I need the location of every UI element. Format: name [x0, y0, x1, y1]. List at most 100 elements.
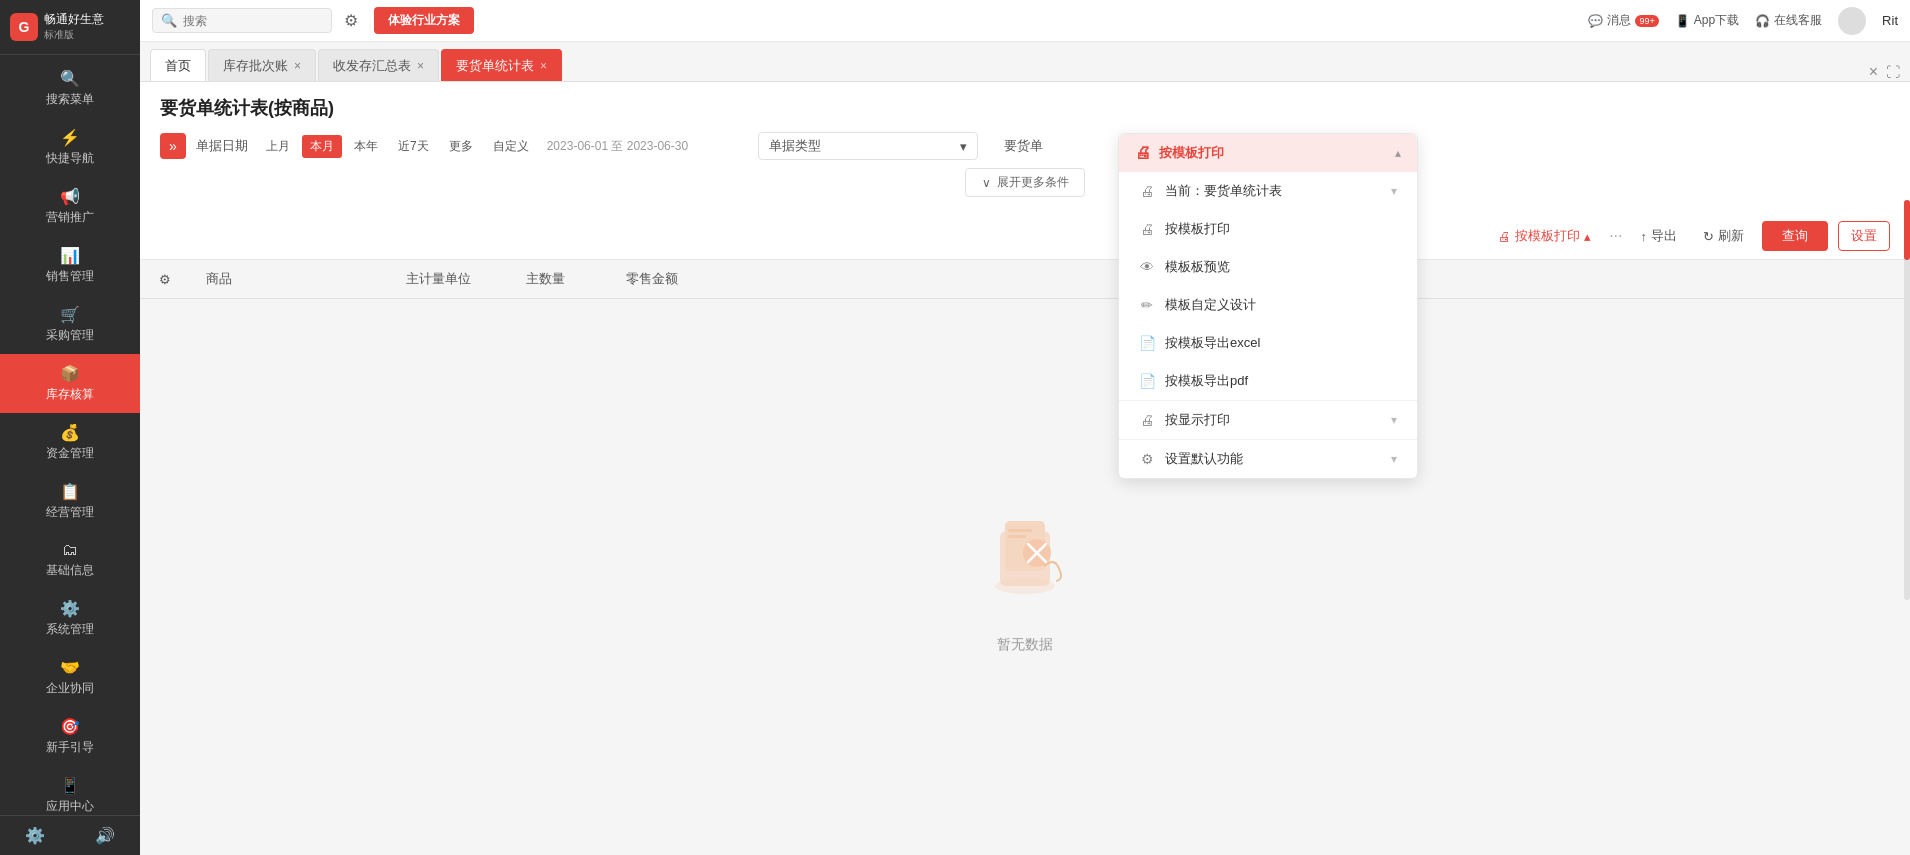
- date-tab-custom[interactable]: 自定义: [485, 135, 537, 158]
- export-button[interactable]: ↑ 导出: [1633, 223, 1686, 249]
- dropdown-item-template-preview[interactable]: 👁 模板板预览: [1119, 248, 1417, 286]
- display-print-arrow-icon: ▾: [1391, 413, 1397, 427]
- sidebar-item-cooperation[interactable]: 🤝 企业协同: [0, 648, 140, 707]
- sidebar-item-finance-label: 资金管理: [46, 445, 94, 462]
- tab-order-stats-close[interactable]: ×: [540, 59, 547, 73]
- sidebar-item-purchase[interactable]: 🛒 采购管理: [0, 295, 140, 354]
- dropdown-item-export-pdf[interactable]: 📄 按模板导出pdf: [1119, 362, 1417, 400]
- dropdown-header[interactable]: 🖨 按模板打印 ▴: [1119, 134, 1417, 172]
- date-filter-label: 单据日期: [196, 137, 248, 155]
- finance-nav-icon: 💰: [60, 423, 80, 442]
- template-design-item-icon: ✏: [1139, 297, 1155, 313]
- online-service-icon: 🎧: [1755, 14, 1770, 28]
- search-nav-icon: 🔍: [60, 69, 80, 88]
- app-download-button[interactable]: 📱 App下载: [1675, 12, 1739, 29]
- sidebar-item-app-center[interactable]: 📱 应用中心: [0, 766, 140, 815]
- template-print-chevron-up-icon: ▴: [1584, 229, 1591, 244]
- date-tab-current-year[interactable]: 本年: [346, 135, 386, 158]
- template-print-button[interactable]: 🖨 按模板打印 ▴: [1490, 223, 1599, 249]
- online-service-button[interactable]: 🎧 在线客服: [1755, 12, 1822, 29]
- sidebar-item-purchase-label: 采购管理: [46, 327, 94, 344]
- th-quantity: 主数量: [510, 270, 610, 288]
- tab-collect-summary-close[interactable]: ×: [417, 59, 424, 73]
- date-tab-last7[interactable]: 近7天: [390, 135, 437, 158]
- sidebar-item-base-label: 基础信息: [46, 562, 94, 579]
- dropdown-item-export-excel[interactable]: 📄 按模板导出excel: [1119, 324, 1417, 362]
- export-label: 导出: [1651, 227, 1677, 245]
- filter-expand-icon: »: [169, 138, 177, 154]
- topbar-search-box[interactable]: 🔍: [152, 8, 332, 33]
- dropdown-item-template-design[interactable]: ✏ 模板自定义设计: [1119, 286, 1417, 324]
- query-button[interactable]: 查询: [1762, 221, 1828, 251]
- sidebar-item-search-label: 搜索菜单: [46, 91, 94, 108]
- sidebar-item-operations[interactable]: 📋 经营管理: [0, 472, 140, 531]
- app-download-icon: 📱: [1675, 14, 1690, 28]
- date-tab-more[interactable]: 更多: [441, 135, 481, 158]
- topbar: 🔍 ⚙ 体验行业方案 💬 消息 99+ 📱 App下载 🎧 在线客服 Rit: [140, 0, 1910, 42]
- refresh-button[interactable]: ↻ 刷新: [1695, 223, 1752, 249]
- svg-rect-6: [1008, 529, 1032, 532]
- sidebar-item-inventory[interactable]: 📦 库存核算: [0, 354, 140, 413]
- sidebar-item-finance[interactable]: 💰 资金管理: [0, 413, 140, 472]
- set-default-label: 设置默认功能: [1165, 450, 1243, 468]
- settings-button[interactable]: 设置: [1838, 221, 1890, 251]
- marketing-nav-icon: 📢: [60, 187, 80, 206]
- th-settings[interactable]: ⚙: [140, 272, 190, 287]
- sidebar-item-cooperation-label: 企业协同: [46, 680, 94, 697]
- topbar-promo-button[interactable]: 体验行业方案: [374, 7, 474, 34]
- tab-home-label: 首页: [165, 57, 191, 75]
- sidebar-item-search[interactable]: 🔍 搜索菜单: [0, 59, 140, 118]
- tab-order-stats[interactable]: 要货单统计表 ×: [441, 49, 562, 81]
- more-actions-icon[interactable]: ···: [1609, 227, 1622, 245]
- user-avatar[interactable]: [1838, 7, 1866, 35]
- sidebar-item-shortcut-label: 快捷导航: [46, 150, 94, 167]
- notification-label: 消息: [1607, 12, 1631, 29]
- date-tab-current-month[interactable]: 本月: [302, 135, 342, 158]
- tab-home[interactable]: 首页: [150, 49, 206, 81]
- export-excel-item-label: 按模板导出excel: [1165, 334, 1260, 352]
- date-tab-prev-month[interactable]: 上月: [258, 135, 298, 158]
- sidebar-item-sales[interactable]: 📊 销售管理: [0, 236, 140, 295]
- sidebar-item-sales-label: 销售管理: [46, 268, 94, 285]
- dropdown-item-template-print[interactable]: 🖨 按模板打印: [1119, 210, 1417, 248]
- template-preview-item-label: 模板板预览: [1165, 258, 1230, 276]
- tab-collect-summary[interactable]: 收发存汇总表 ×: [318, 49, 439, 81]
- dropdown-header-left: 🖨 按模板打印: [1135, 144, 1224, 162]
- topbar-settings-icon[interactable]: ⚙: [344, 11, 358, 30]
- sidebar-item-shortcut[interactable]: ⚡ 快捷导航: [0, 118, 140, 177]
- sidebar-item-system-label: 系统管理: [46, 621, 94, 638]
- tab-batch-account[interactable]: 库存批次账 ×: [208, 49, 316, 81]
- sidebar-item-guide-label: 新手引导: [46, 739, 94, 756]
- tab-close-all-icon[interactable]: ×: [1869, 63, 1878, 81]
- template-print-item-icon: 🖨: [1139, 221, 1155, 237]
- filter-expand-button[interactable]: »: [160, 133, 186, 159]
- date-tab-group: 上月 本月 本年 近7天 更多 自定义 2023-06-01 至 2023-06…: [258, 135, 688, 158]
- sidebar-item-system[interactable]: ⚙️ 系统管理: [0, 589, 140, 648]
- sidebar-item-base[interactable]: 🗂 基础信息: [0, 531, 140, 589]
- right-scrollbar[interactable]: [1904, 200, 1910, 600]
- bottom-settings-icon[interactable]: ⚙️: [25, 826, 45, 845]
- sidebar-item-marketing-label: 营销推广: [46, 209, 94, 226]
- display-print-label: 按显示打印: [1165, 411, 1230, 429]
- set-default-item[interactable]: ⚙ 设置默认功能 ▾: [1119, 440, 1417, 478]
- sidebar-item-guide[interactable]: 🎯 新手引导: [0, 707, 140, 766]
- template-print-item-label: 按模板打印: [1165, 220, 1230, 238]
- export-pdf-item-label: 按模板导出pdf: [1165, 372, 1248, 390]
- tab-batch-account-close[interactable]: ×: [294, 59, 301, 73]
- template-preview-item-icon: 👁: [1139, 259, 1155, 275]
- bottom-volume-icon[interactable]: 🔊: [95, 826, 115, 845]
- app-version: 标准版: [44, 28, 104, 42]
- th-product: 商品: [190, 270, 390, 288]
- tab-maximize-icon[interactable]: ⛶: [1886, 64, 1900, 80]
- display-print-item[interactable]: 🖨 按显示打印 ▾: [1119, 401, 1417, 439]
- sidebar-nav: 🔍 搜索菜单 ⚡ 快捷导航 📢 营销推广 📊 销售管理 🛒 采购管理 📦 库存核…: [0, 55, 140, 815]
- sidebar-item-marketing[interactable]: 📢 营销推广: [0, 177, 140, 236]
- display-print-icon: 🖨: [1139, 412, 1155, 428]
- current-template-label: 当前：要货单统计表: [1165, 182, 1282, 200]
- expand-more-button[interactable]: ∨ 展开更多条件: [965, 168, 1085, 197]
- right-scrollbar-thumb[interactable]: [1904, 200, 1910, 260]
- search-input[interactable]: [183, 14, 313, 28]
- order-type-select[interactable]: 单据类型 ▾: [758, 132, 978, 160]
- dropdown-current-template[interactable]: 🖨 当前：要货单统计表 ▾: [1119, 172, 1417, 210]
- notification-button[interactable]: 💬 消息 99+: [1588, 12, 1658, 29]
